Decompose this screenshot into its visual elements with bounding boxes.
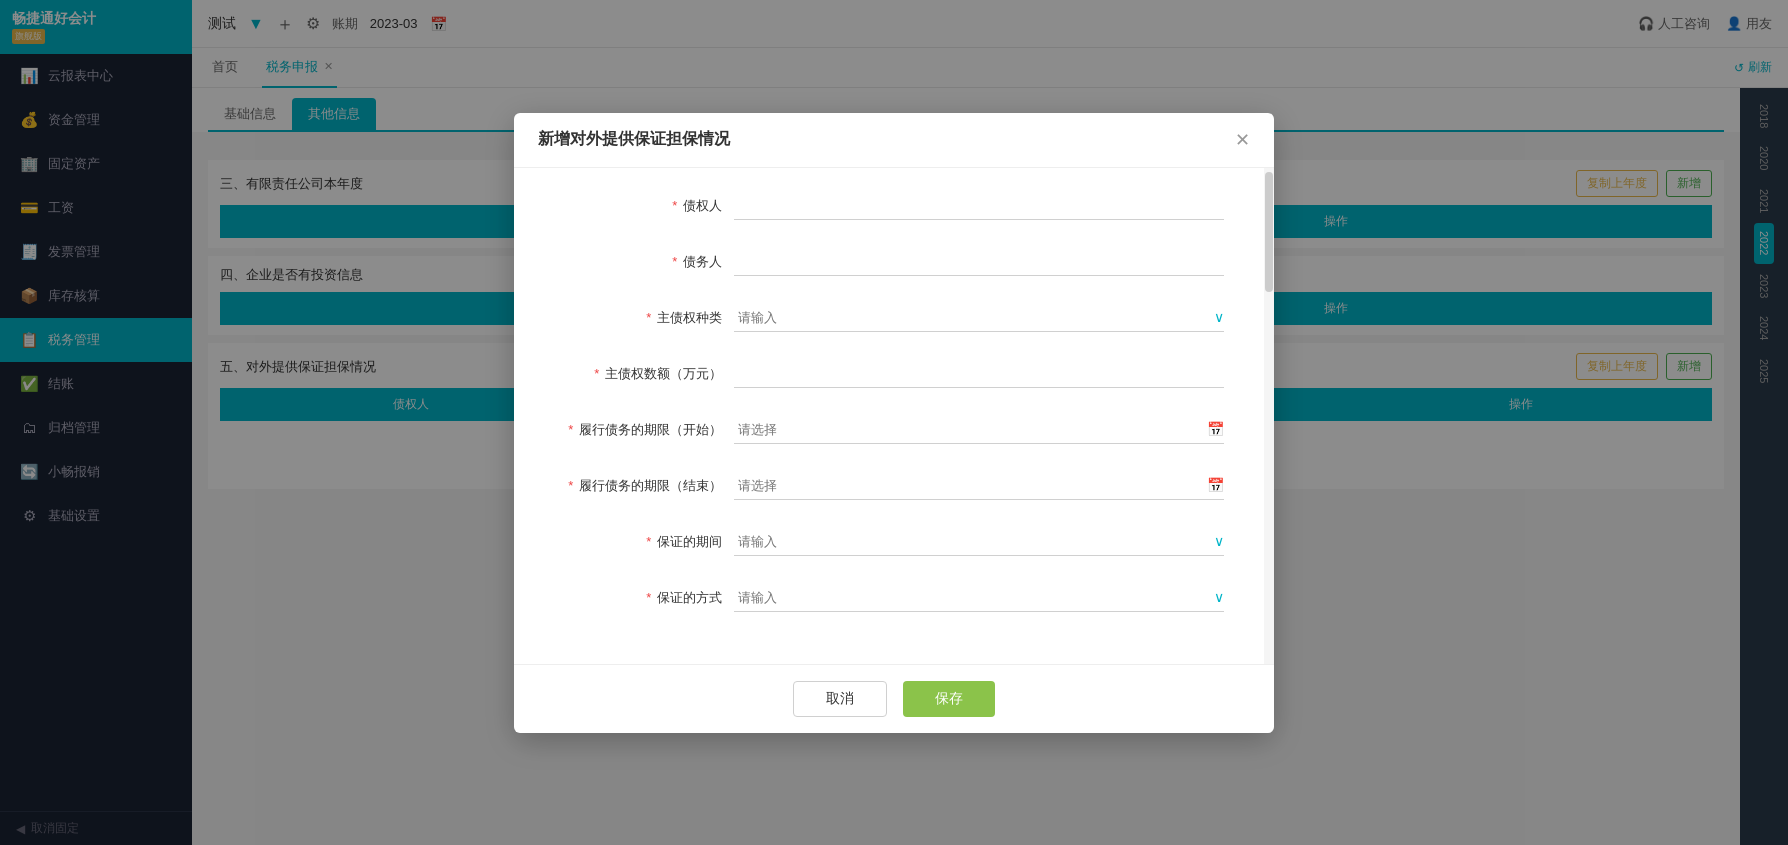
period-start-calendar-icon[interactable]: 📅 (1207, 421, 1224, 437)
period-end-input[interactable] (734, 472, 1207, 499)
period-end-label: * 履行债务的期限（结束） (554, 477, 734, 495)
modal-scroll-thumb (1265, 172, 1273, 292)
creditor-input[interactable] (734, 192, 1224, 220)
debt-amount-label: * 主债权数额（万元） (554, 365, 734, 383)
modal-title: 新增对外提供保证担保情况 (538, 129, 730, 150)
modal: 新增对外提供保证担保情况 ✕ * 债权人 * 债务人 (514, 113, 1274, 733)
modal-scrollbar[interactable] (1264, 168, 1274, 664)
form-row-period-end: * 履行债务的期限（结束） 📅 (554, 472, 1224, 500)
modal-footer: 取消 保存 (514, 664, 1274, 733)
creditor-label-text: 债权人 (683, 198, 722, 213)
period-start-label-text: 履行债务的期限（开始） (579, 422, 722, 437)
guarantee-period-chevron-icon[interactable]: ∨ (1214, 533, 1224, 549)
modal-header: 新增对外提供保证担保情况 ✕ (514, 113, 1274, 168)
debt-type-input[interactable] (734, 304, 1210, 331)
debt-type-label-text: 主债权种类 (657, 310, 722, 325)
period-start-label: * 履行债务的期限（开始） (554, 421, 734, 439)
debt-type-label: * 主债权种类 (554, 309, 734, 327)
debt-amount-label-text: 主债权数额（万元） (605, 366, 722, 381)
period-end-date[interactable]: 📅 (734, 472, 1224, 500)
form-row-debtor: * 债务人 (554, 248, 1224, 276)
guarantee-method-required-mark: * (646, 590, 651, 605)
form-row-period-start: * 履行债务的期限（开始） 📅 (554, 416, 1224, 444)
modal-overlay[interactable]: 新增对外提供保证担保情况 ✕ * 债权人 * 债务人 (0, 0, 1788, 845)
debt-type-chevron-icon[interactable]: ∨ (1214, 309, 1224, 325)
period-start-input[interactable] (734, 416, 1207, 443)
debtor-label: * 债务人 (554, 253, 734, 271)
guarantee-method-input[interactable] (734, 584, 1210, 611)
period-start-date[interactable]: 📅 (734, 416, 1224, 444)
debt-amount-input[interactable] (734, 360, 1224, 388)
modal-body-wrapper: * 债权人 * 债务人 * 主债权种类 (514, 168, 1274, 664)
debt-type-select[interactable]: ∨ (734, 304, 1224, 332)
guarantee-method-label: * 保证的方式 (554, 589, 734, 607)
period-end-calendar-icon[interactable]: 📅 (1207, 477, 1224, 493)
period-start-required-mark: * (568, 422, 573, 437)
guarantee-period-input[interactable] (734, 528, 1210, 555)
guarantee-method-chevron-icon[interactable]: ∨ (1214, 589, 1224, 605)
guarantee-method-label-text: 保证的方式 (657, 590, 722, 605)
guarantee-period-label: * 保证的期间 (554, 533, 734, 551)
form-row-debt-amount: * 主债权数额（万元） (554, 360, 1224, 388)
guarantee-period-select[interactable]: ∨ (734, 528, 1224, 556)
period-end-label-text: 履行债务的期限（结束） (579, 478, 722, 493)
guarantee-period-required-mark: * (646, 534, 651, 549)
creditor-required-mark: * (672, 198, 677, 213)
form-row-creditor: * 债权人 (554, 192, 1224, 220)
modal-close-button[interactable]: ✕ (1235, 129, 1250, 151)
guarantee-period-label-text: 保证的期间 (657, 534, 722, 549)
debtor-label-text: 债务人 (683, 254, 722, 269)
debtor-input[interactable] (734, 248, 1224, 276)
form-row-guarantee-method: * 保证的方式 ∨ (554, 584, 1224, 612)
debt-amount-required-mark: * (594, 366, 599, 381)
cancel-button[interactable]: 取消 (793, 681, 887, 717)
debtor-required-mark: * (672, 254, 677, 269)
creditor-label: * 债权人 (554, 197, 734, 215)
form-row-guarantee-period: * 保证的期间 ∨ (554, 528, 1224, 556)
period-end-required-mark: * (568, 478, 573, 493)
guarantee-method-select[interactable]: ∨ (734, 584, 1224, 612)
save-button[interactable]: 保存 (903, 681, 995, 717)
form-row-debt-type: * 主债权种类 ∨ (554, 304, 1224, 332)
debt-type-required-mark: * (646, 310, 651, 325)
modal-body: * 债权人 * 债务人 * 主债权种类 (514, 168, 1264, 664)
